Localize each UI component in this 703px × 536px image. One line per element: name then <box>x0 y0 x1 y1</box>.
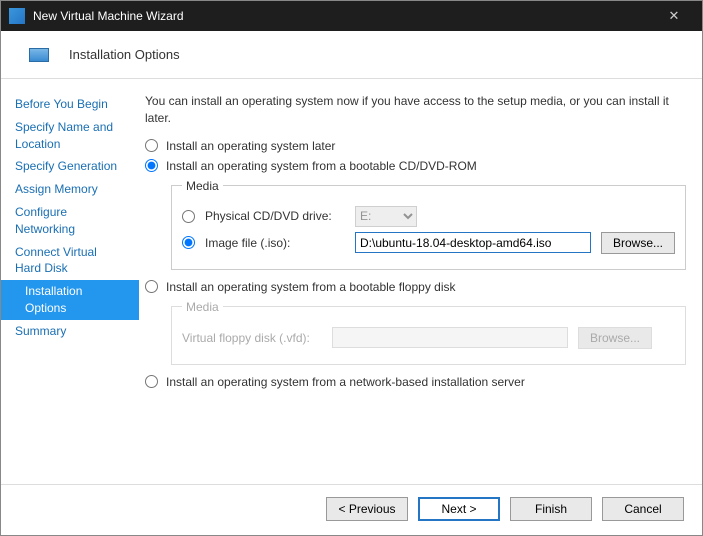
sidebar-item-installation-options[interactable]: Installation Options <box>1 280 139 320</box>
wizard-header: Installation Options <box>1 31 702 74</box>
close-icon[interactable]: ✕ <box>654 8 694 24</box>
window-title: New Virtual Machine Wizard <box>33 9 654 23</box>
finish-button[interactable]: Finish <box>510 497 592 521</box>
label-image-file: Image file (.iso): <box>205 236 345 250</box>
browse-iso-button[interactable]: Browse... <box>601 232 675 254</box>
label-install-cd: Install an operating system from a boota… <box>166 159 477 173</box>
row-floppy: Virtual floppy disk (.vfd): Browse... <box>182 327 675 349</box>
app-icon <box>9 8 25 24</box>
label-floppy: Virtual floppy disk (.vfd): <box>182 331 322 345</box>
radio-install-network[interactable] <box>145 375 158 388</box>
input-floppy-path <box>332 327 568 348</box>
media-group-cd: Media Physical CD/DVD drive: E: Image fi… <box>171 179 686 270</box>
media-legend: Media <box>182 179 223 193</box>
option-install-network[interactable]: Install an operating system from a netwo… <box>145 375 686 389</box>
label-install-network: Install an operating system from a netwo… <box>166 375 525 389</box>
label-install-floppy: Install an operating system from a boota… <box>166 280 456 294</box>
titlebar: New Virtual Machine Wizard ✕ <box>1 1 702 31</box>
row-image-file: Image file (.iso): Browse... <box>182 232 675 254</box>
media-legend-floppy: Media <box>182 300 223 314</box>
wizard-sidebar: Before You Begin Specify Name and Locati… <box>1 79 139 484</box>
sidebar-item-before-you-begin[interactable]: Before You Begin <box>1 93 139 116</box>
option-install-floppy[interactable]: Install an operating system from a boota… <box>145 280 686 294</box>
media-group-floppy: Media Virtual floppy disk (.vfd): Browse… <box>171 300 686 365</box>
intro-text: You can install an operating system now … <box>145 93 686 127</box>
wizard-footer: < Previous Next > Finish Cancel <box>1 484 702 535</box>
radio-physical-drive[interactable] <box>182 210 195 223</box>
input-image-path[interactable] <box>355 232 591 253</box>
radio-install-floppy[interactable] <box>145 280 158 293</box>
wizard-content: You can install an operating system now … <box>139 79 702 484</box>
browse-floppy-button: Browse... <box>578 327 652 349</box>
wizard-body: Before You Begin Specify Name and Locati… <box>1 79 702 484</box>
next-button[interactable]: Next > <box>418 497 500 521</box>
sidebar-item-assign-memory[interactable]: Assign Memory <box>1 178 139 201</box>
sidebar-item-connect-vhd[interactable]: Connect Virtual Hard Disk <box>1 241 139 281</box>
sidebar-item-summary[interactable]: Summary <box>1 320 139 343</box>
monitor-icon <box>29 48 49 62</box>
radio-install-cd[interactable] <box>145 159 158 172</box>
label-physical-drive: Physical CD/DVD drive: <box>205 209 345 223</box>
sidebar-item-specify-generation[interactable]: Specify Generation <box>1 155 139 178</box>
sidebar-item-specify-name[interactable]: Specify Name and Location <box>1 116 139 156</box>
previous-button[interactable]: < Previous <box>326 497 408 521</box>
select-physical-drive[interactable]: E: <box>355 206 417 227</box>
sidebar-item-configure-networking[interactable]: Configure Networking <box>1 201 139 241</box>
option-install-cd[interactable]: Install an operating system from a boota… <box>145 159 686 173</box>
label-install-later: Install an operating system later <box>166 139 335 153</box>
row-physical-drive: Physical CD/DVD drive: E: <box>182 206 675 227</box>
option-install-later[interactable]: Install an operating system later <box>145 139 686 153</box>
radio-image-file[interactable] <box>182 236 195 249</box>
page-title: Installation Options <box>69 47 180 62</box>
cancel-button[interactable]: Cancel <box>602 497 684 521</box>
radio-install-later[interactable] <box>145 139 158 152</box>
